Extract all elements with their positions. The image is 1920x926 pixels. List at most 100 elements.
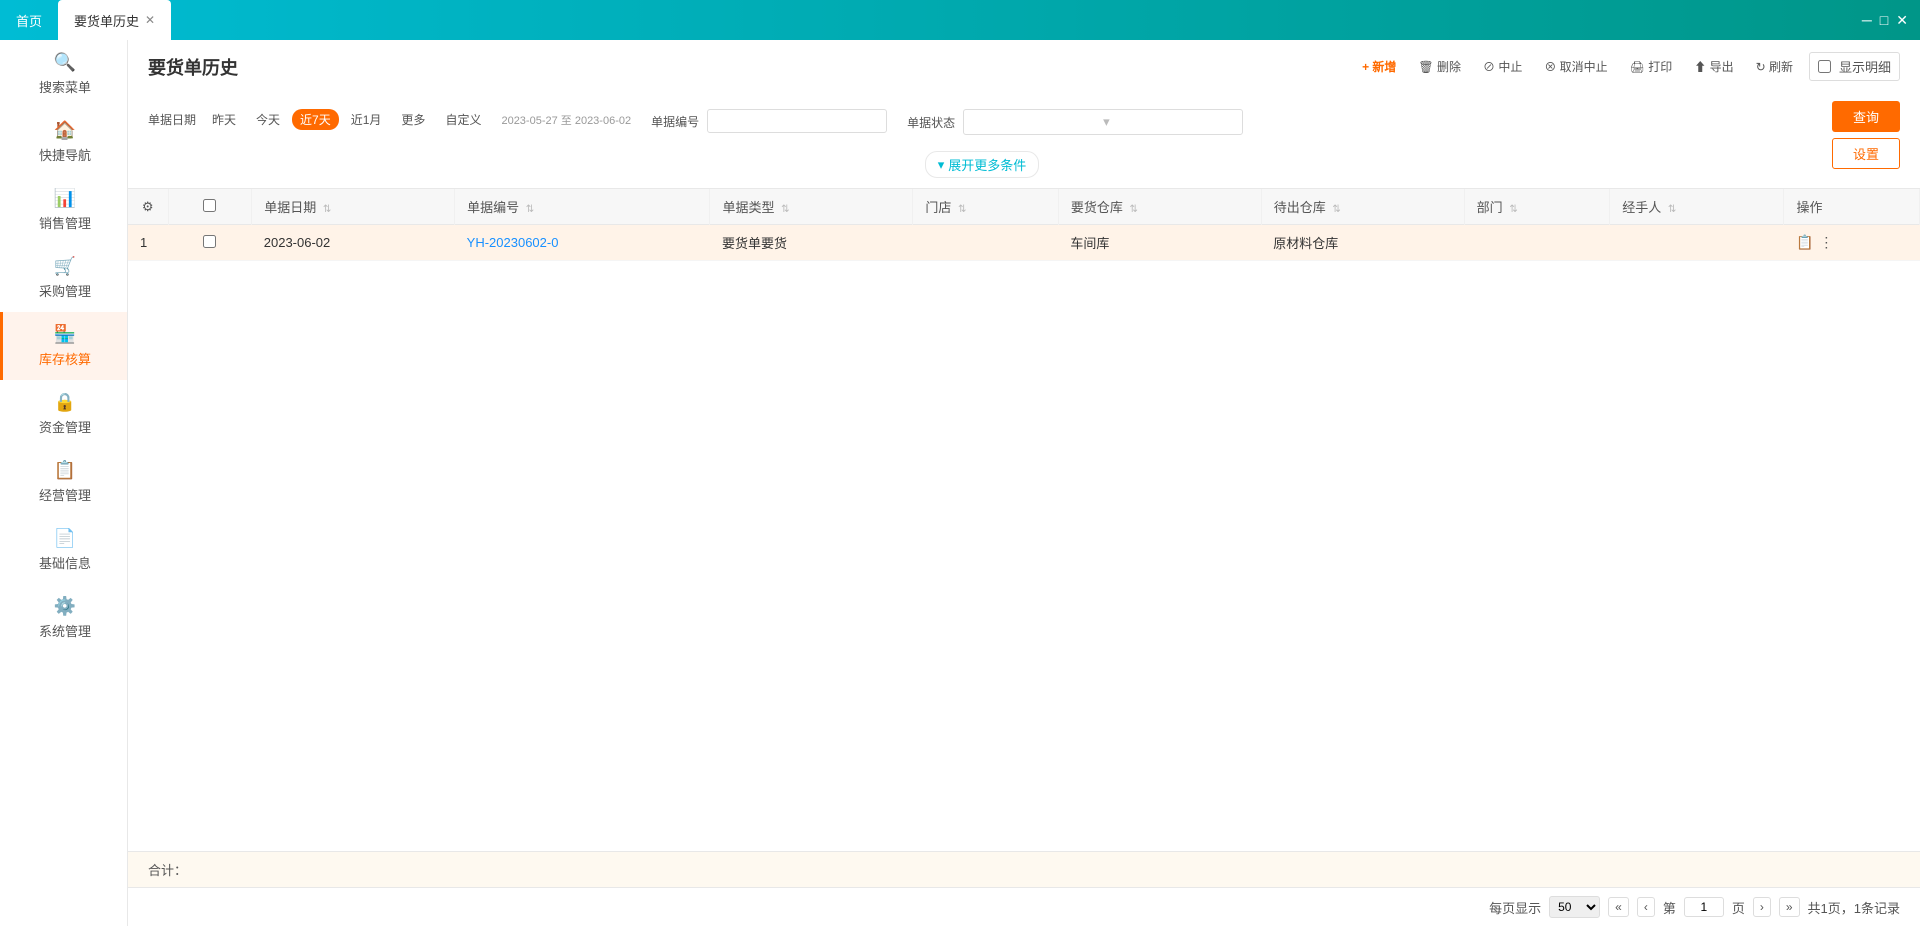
col-handler-label: 经手人 — [1622, 200, 1661, 215]
sidebar-item-purchase[interactable]: 🛒 采购管理 — [0, 244, 127, 312]
col-date-label: 单据日期 — [264, 200, 316, 215]
col-store[interactable]: 门店 ⇅ — [913, 189, 1059, 225]
table-footer: 合计： — [128, 851, 1920, 887]
content-area: 要货单历史 + 新增 🗑 删除 ⊘ 中止 ⊗ 取消中止 🖨 打印 ⬆ 导出 ↻ … — [128, 40, 1920, 926]
col-pending-warehouse[interactable]: 待出仓库 ⇅ — [1261, 189, 1464, 225]
purchase-icon: 🛒 — [54, 256, 76, 277]
select-all-checkbox[interactable] — [203, 199, 216, 212]
row-edit-icon[interactable]: 📋 — [1796, 234, 1813, 251]
date-pill-7days[interactable]: 近7天 — [292, 109, 339, 130]
chevron-down-icon: ▾ — [1103, 114, 1234, 130]
page-label-suffix: 页 — [1732, 898, 1745, 917]
row-checkbox[interactable] — [203, 235, 216, 248]
toolbar: + 新增 🗑 删除 ⊘ 中止 ⊗ 取消中止 🖨 打印 ⬆ 导出 ↻ 刷新 显示明… — [1356, 52, 1900, 81]
last-page-button[interactable]: » — [1779, 897, 1800, 917]
expand-filter-button[interactable]: ▾ 展开更多条件 — [925, 151, 1040, 178]
prev-page-button[interactable]: ‹ — [1637, 897, 1655, 917]
col-order-type[interactable]: 单据类型 ⇅ — [710, 189, 913, 225]
sidebar-item-basic-info-label: 基础信息 — [39, 553, 91, 572]
sidebar-item-system[interactable]: ⚙️ 系统管理 — [0, 584, 127, 652]
col-department-label: 部门 — [1477, 200, 1503, 215]
sidebar-item-inventory[interactable]: 🏪 库存核算 — [0, 312, 127, 380]
order-no-filter-group: 单据编号 — [651, 109, 887, 133]
next-page-button[interactable]: › — [1753, 897, 1771, 917]
cancel-stop-button[interactable]: ⊗ 取消中止 — [1538, 54, 1613, 79]
date-pill-today[interactable]: 今天 — [248, 109, 288, 130]
row-more-icon[interactable]: ⋮ — [1819, 234, 1833, 251]
row-checkbox-cell[interactable] — [168, 225, 252, 261]
col-order-no[interactable]: 单据编号 ⇅ — [455, 189, 710, 225]
detail-checkbox-input[interactable] — [1818, 60, 1831, 73]
export-button[interactable]: ⬆ 导出 — [1688, 54, 1739, 79]
home-icon: 🏠 — [54, 120, 76, 141]
date-pill-more[interactable]: 更多 — [393, 109, 433, 130]
refresh-button[interactable]: ↻ 刷新 — [1750, 54, 1799, 79]
table-wrapper: ⚙ 单据日期 ⇅ 单据编号 ⇅ — [128, 189, 1920, 851]
query-button[interactable]: 查询 — [1832, 101, 1900, 132]
status-select[interactable]: ▾ — [963, 109, 1243, 135]
tab-requisition-history-label: 要货单历史 — [74, 11, 139, 30]
order-no-label: 单据编号 — [651, 113, 699, 130]
maximize-icon[interactable]: □ — [1880, 12, 1888, 28]
expand-icon: ▾ — [938, 157, 945, 173]
page-total: 共1页，1条记录 — [1808, 898, 1900, 917]
settings-button[interactable]: 设置 — [1832, 138, 1900, 169]
col-date[interactable]: 单据日期 ⇅ — [252, 189, 455, 225]
sidebar-item-operations[interactable]: 📋 经营管理 — [0, 448, 127, 516]
close-icon[interactable]: ✕ — [1896, 12, 1908, 29]
filter-area: 单据日期 昨天 今天 近7天 近1月 更多 自定义 2023-05-27 至 2… — [148, 91, 1900, 188]
table-row: 1 2023-06-02 YH-20230602-0 要货单要货 车间库 — [128, 225, 1920, 261]
sidebar-item-search-label: 搜索菜单 — [39, 77, 91, 96]
col-ops: 操作 — [1784, 189, 1920, 225]
date-pill-custom[interactable]: 自定义 — [437, 109, 489, 130]
table-checkbox-col[interactable] — [168, 189, 252, 225]
sidebar-item-shortcut-label: 快捷导航 — [39, 145, 91, 164]
col-req-warehouse-label: 要货仓库 — [1071, 200, 1123, 215]
sidebar: 🔍 搜索菜单 🏠 快捷导航 📊 销售管理 🛒 采购管理 🏪 库存核算 🔒 资金管… — [0, 40, 128, 926]
col-req-warehouse[interactable]: 要货仓库 ⇅ — [1058, 189, 1261, 225]
display-detail-checkbox[interactable]: 显示明细 — [1809, 52, 1900, 81]
col-ops-label: 操作 — [1796, 200, 1822, 215]
row-order-type: 要货单要货 — [710, 225, 913, 261]
sidebar-item-shortcut[interactable]: 🏠 快捷导航 — [0, 108, 127, 176]
row-order-no-link[interactable]: YH-20230602-0 — [467, 235, 559, 250]
print-button[interactable]: 🖨 打印 — [1624, 54, 1679, 79]
row-ops: 📋 ⋮ — [1796, 234, 1908, 251]
col-handler[interactable]: 经手人 ⇅ — [1610, 189, 1784, 225]
basic-info-icon: 📄 — [54, 528, 76, 549]
page-title-row: 要货单历史 + 新增 🗑 删除 ⊘ 中止 ⊗ 取消中止 🖨 打印 ⬆ 导出 ↻ … — [148, 52, 1900, 81]
page-number-input[interactable] — [1684, 897, 1724, 917]
page-size-label: 每页显示 — [1489, 898, 1541, 917]
sidebar-item-finance[interactable]: 🔒 资金管理 — [0, 380, 127, 448]
row-store — [913, 225, 1059, 261]
table-settings-col[interactable]: ⚙ — [128, 189, 168, 225]
tab-close-icon[interactable]: ✕ — [145, 13, 155, 27]
col-order-no-sort-icon: ⇅ — [526, 204, 534, 215]
row-department — [1464, 225, 1610, 261]
finance-icon: 🔒 — [54, 392, 76, 413]
page-size-select[interactable]: 20 50 100 — [1549, 896, 1600, 918]
col-req-warehouse-sort-icon: ⇅ — [1130, 204, 1138, 215]
tab-home[interactable]: 首页 — [0, 0, 58, 40]
stop-button[interactable]: ⊘ 中止 — [1477, 54, 1528, 79]
sidebar-item-inventory-label: 库存核算 — [39, 349, 91, 368]
col-handler-sort-icon: ⇅ — [1668, 204, 1676, 215]
first-page-button[interactable]: « — [1608, 897, 1629, 917]
col-order-type-sort-icon: ⇅ — [781, 204, 789, 215]
col-department[interactable]: 部门 ⇅ — [1464, 189, 1610, 225]
order-no-input[interactable] — [707, 109, 887, 133]
col-pending-warehouse-sort-icon: ⇅ — [1332, 204, 1340, 215]
delete-button[interactable]: 🗑 删除 — [1412, 54, 1467, 79]
row-handler — [1610, 225, 1784, 261]
top-bar: 首页 要货单历史 ✕ ─ □ ✕ — [0, 0, 1920, 40]
new-button[interactable]: + 新增 — [1356, 54, 1402, 79]
sidebar-item-basic-info[interactable]: 📄 基础信息 — [0, 516, 127, 584]
sidebar-item-sales[interactable]: 📊 销售管理 — [0, 176, 127, 244]
search-nav-icon: 🔍 — [54, 52, 76, 73]
date-pill-yesterday[interactable]: 昨天 — [204, 109, 244, 130]
tab-requisition-history[interactable]: 要货单历史 ✕ — [58, 0, 171, 40]
date-pill-1month[interactable]: 近1月 — [343, 109, 390, 130]
row-order-no[interactable]: YH-20230602-0 — [455, 225, 710, 261]
sidebar-item-search[interactable]: 🔍 搜索菜单 — [0, 40, 127, 108]
minimize-icon[interactable]: ─ — [1862, 12, 1872, 28]
